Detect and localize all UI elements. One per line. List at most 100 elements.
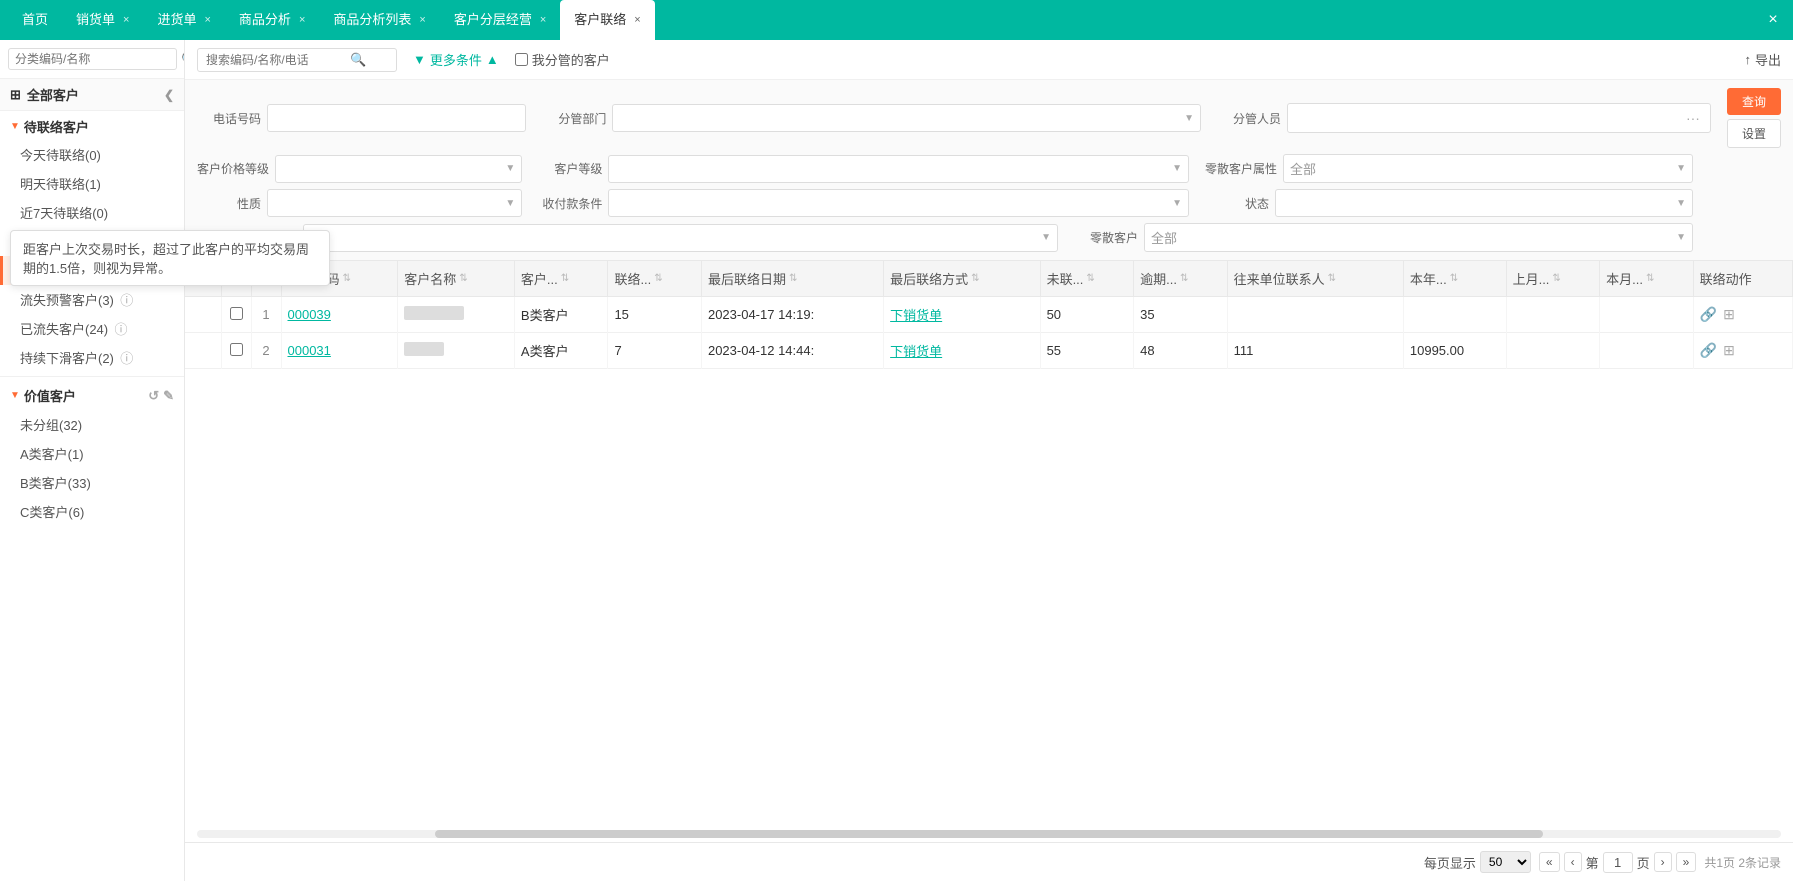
- col-type[interactable]: 客户... ⇅: [514, 261, 608, 297]
- row1-link-icon[interactable]: 🔗: [1700, 306, 1717, 323]
- row1-check[interactable]: [221, 297, 251, 333]
- col-this-month[interactable]: 本月... ⇅: [1600, 261, 1694, 297]
- person-label: 分管人员: [1217, 110, 1287, 127]
- category-search-input[interactable]: [8, 48, 177, 70]
- horizontal-scrollbar[interactable]: [197, 830, 1781, 838]
- main-search-icon[interactable]: 🔍: [350, 52, 366, 68]
- col-last-method[interactable]: 最后联络方式 ⇅: [884, 261, 1040, 297]
- row1-this-month: [1600, 297, 1694, 333]
- row1-last-month: [1506, 297, 1600, 333]
- col-last-month-sort-icon: ⇅: [1552, 273, 1560, 284]
- row2-last-date: 2023-04-12 14:44:: [701, 333, 883, 369]
- nav-analysis-close[interactable]: ×: [299, 0, 305, 40]
- nav-sales[interactable]: 销货单 ×: [62, 0, 143, 40]
- customer-grade-select[interactable]: ▼: [608, 155, 1189, 183]
- phone-label: 电话号码: [197, 110, 267, 127]
- customer-type-select[interactable]: ▼: [303, 224, 1058, 252]
- col-year[interactable]: 本年... ⇅: [1403, 261, 1506, 297]
- table-row: 2 000031 A类客户 7: [185, 333, 1793, 369]
- col-last-month[interactable]: 上月... ⇅: [1506, 261, 1600, 297]
- next-page-btn[interactable]: ›: [1654, 852, 1672, 872]
- sidebar-item-lost[interactable]: 已流失客户(24) ⓘ: [0, 314, 184, 343]
- col-name[interactable]: 客户名称 ⇅: [398, 261, 515, 297]
- gender-select[interactable]: ▼: [267, 189, 522, 217]
- edit-icon[interactable]: ✎: [163, 388, 174, 404]
- sidebar-item-declining[interactable]: 持续下滑客户(2) ⓘ: [0, 343, 184, 372]
- nav-customer-contact-close[interactable]: ×: [634, 0, 640, 40]
- row1-name-blurred: [404, 306, 464, 320]
- query-button[interactable]: 查询: [1727, 88, 1781, 115]
- phone-field: 电话号码: [197, 104, 526, 132]
- retail-customer-select[interactable]: 全部 ▼: [1144, 223, 1693, 252]
- phone-input[interactable]: [267, 104, 526, 132]
- nav-home[interactable]: 首页: [8, 0, 62, 40]
- main-search-input[interactable]: [206, 53, 346, 67]
- col-overdue[interactable]: 逾期... ⇅: [1134, 261, 1228, 297]
- prev-page-btn[interactable]: ‹: [1564, 852, 1582, 872]
- row2-grid-icon[interactable]: ⊞: [1723, 342, 1735, 359]
- retail-attr-dropdown-icon: ▼: [1676, 163, 1686, 174]
- col-last-month-label: 上月...: [1513, 269, 1550, 288]
- nav-customer-tier[interactable]: 客户分层经营 ×: [440, 0, 560, 40]
- price-grade-select[interactable]: ▼: [275, 155, 522, 183]
- nav-purchase[interactable]: 进货单 ×: [143, 0, 224, 40]
- sidebar-item-b[interactable]: B类客户(33): [0, 468, 184, 497]
- info-icon-churn: ⓘ: [120, 293, 133, 308]
- nav-sales-close[interactable]: ×: [123, 0, 129, 40]
- col-overdue-label: 逾期...: [1140, 269, 1177, 288]
- window-close-icon[interactable]: ×: [1761, 8, 1785, 32]
- col-no-contact-sort-icon: ⇅: [1086, 273, 1094, 284]
- filter-bar: 🔍 ▼ 更多条件 ▲ 我分管的客户 ↑ 导出: [185, 40, 1793, 80]
- row2-check[interactable]: [221, 333, 251, 369]
- row1-checkbox[interactable]: [230, 307, 243, 320]
- all-customers-header[interactable]: ⊞ 全部客户 ❮: [0, 79, 184, 111]
- nav-analysis-list[interactable]: 商品分析列表 ×: [319, 0, 439, 40]
- current-page-num[interactable]: 1: [1603, 852, 1633, 873]
- col-contact-count[interactable]: 联络... ⇅: [608, 261, 702, 297]
- sidebar-item-churn-warn[interactable]: 流失预警客户(3) ⓘ: [0, 285, 184, 314]
- my-customer-filter[interactable]: 我分管的客户: [515, 50, 610, 69]
- refresh-icon[interactable]: ↺: [148, 388, 159, 404]
- sidebar-item-a[interactable]: A类客户(1): [0, 439, 184, 468]
- pending-contact-group[interactable]: ▼ 待联络客户: [0, 111, 184, 140]
- my-customer-label: 我分管的客户: [532, 50, 610, 69]
- nav-analysis-list-close[interactable]: ×: [419, 0, 425, 40]
- payment-select[interactable]: ▼: [608, 189, 1189, 217]
- value-group-header[interactable]: ▼ 价值客户 ↺ ✎: [0, 381, 184, 410]
- sidebar-item-ungroup[interactable]: 未分组(32): [0, 410, 184, 439]
- retail-customer-value: 全部: [1151, 228, 1177, 247]
- sidebar-item-c[interactable]: C类客户(6): [0, 497, 184, 526]
- col-partner[interactable]: 往来单位联系人 ⇅: [1227, 261, 1403, 297]
- row1-code[interactable]: 000039: [281, 297, 398, 333]
- person-select[interactable]: ···: [1287, 103, 1711, 133]
- row2-link-icon[interactable]: 🔗: [1700, 342, 1717, 359]
- sidebar-item-tomorrow[interactable]: 明天待联络(1): [0, 169, 184, 198]
- row2-name: [398, 333, 515, 369]
- main-layout: 🔍 ⊞ 全部客户 ❮ ▼ 待联络客户 今天待联络(0) 明天待联络(1) 近7天…: [0, 40, 1793, 881]
- status-select[interactable]: ▼: [1275, 189, 1693, 217]
- sidebar-item-today[interactable]: 今天待联络(0): [0, 140, 184, 169]
- col-no-contact[interactable]: 未联... ⇅: [1040, 261, 1134, 297]
- nav-customer-tier-close[interactable]: ×: [540, 0, 546, 40]
- nav-customer-contact[interactable]: 客户联络 ×: [560, 0, 654, 40]
- retail-attr-select[interactable]: 全部 ▼: [1283, 154, 1693, 183]
- my-customer-checkbox[interactable]: [515, 53, 528, 66]
- collapse-icon[interactable]: ❮: [164, 88, 174, 102]
- export-button[interactable]: ↑ 导出: [1744, 50, 1781, 69]
- row2-checkbox[interactable]: [230, 343, 243, 356]
- sidebar-item-7days[interactable]: 近7天待联络(0): [0, 198, 184, 227]
- nav-purchase-close[interactable]: ×: [204, 0, 210, 40]
- settings-button[interactable]: 设置: [1727, 119, 1781, 148]
- filter-row-2: 客户价格等级 ▼ 客户等级 ▼ 零散客户属性 全部: [197, 154, 1781, 183]
- last-page-btn[interactable]: »: [1676, 852, 1697, 872]
- more-conditions-btn[interactable]: ▼ 更多条件 ▲: [405, 46, 507, 73]
- col-last-date[interactable]: 最后联络日期 ⇅: [701, 261, 883, 297]
- per-page-select[interactable]: 50 100 200: [1480, 851, 1531, 873]
- row2-year: 10995.00: [1403, 333, 1506, 369]
- row1-grid-icon[interactable]: ⊞: [1723, 306, 1735, 323]
- dept-select[interactable]: ▼: [612, 104, 1201, 132]
- first-page-btn[interactable]: «: [1539, 852, 1560, 872]
- nav-analysis[interactable]: 商品分析 ×: [225, 0, 319, 40]
- row2-code[interactable]: 000031: [281, 333, 398, 369]
- person-ellipsis-icon[interactable]: ···: [1682, 108, 1704, 128]
